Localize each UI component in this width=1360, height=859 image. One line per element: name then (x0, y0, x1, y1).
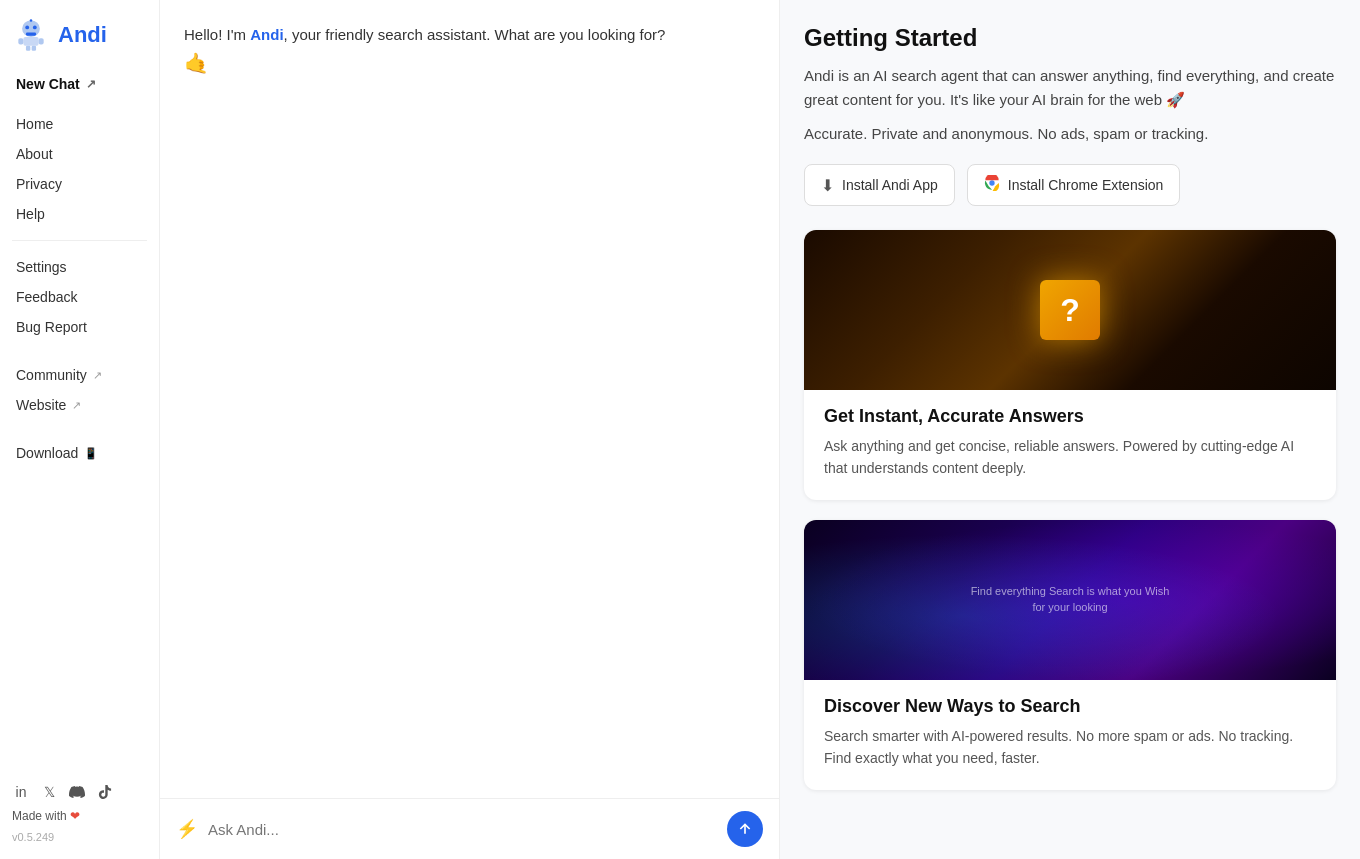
social-links: in 𝕏 (12, 783, 147, 801)
greeting-suffix: , your friendly search assistant. What a… (284, 26, 666, 43)
greeting-emoji: 🤙 (184, 51, 665, 75)
send-button[interactable] (727, 811, 763, 847)
sidebar-footer: in 𝕏 Made with ❤ v0.5.249 (12, 783, 147, 843)
getting-started-desc2: Accurate. Private and anonymous. No ads,… (804, 122, 1336, 146)
nav-group-3: Community ↗ Website ↗ (12, 361, 147, 419)
chrome-svg (984, 175, 1000, 191)
nav-label-help: Help (16, 206, 45, 222)
card-image-1: ? (804, 230, 1336, 390)
question-box: ? (1040, 280, 1100, 340)
card-image-text-2: Find everything Search is what you Wish … (970, 584, 1170, 615)
greeting-prefix: Hello! I'm (184, 26, 250, 43)
svg-rect-3 (26, 32, 36, 35)
svg-rect-9 (26, 46, 30, 51)
nav-label-download: Download (16, 445, 78, 461)
card-title-2: Discover New Ways to Search (824, 696, 1316, 717)
robot-icon (12, 16, 50, 54)
greeting-content: Hello! I'm Andi, your friendly search as… (184, 24, 665, 75)
nav-label-bug-report: Bug Report (16, 319, 87, 335)
nav-label-settings: Settings (16, 259, 67, 275)
nav-label-home: Home (16, 116, 53, 132)
divider-1 (12, 240, 147, 241)
question-mark: ? (1060, 292, 1080, 329)
sidebar-item-bug-report[interactable]: Bug Report (12, 313, 147, 341)
sidebar-item-feedback[interactable]: Feedback (12, 283, 147, 311)
right-panel: Getting Started Andi is an AI search age… (780, 0, 1360, 859)
website-external-icon: ↗ (72, 399, 81, 412)
download-icon: ⬇ (821, 176, 834, 195)
svg-point-12 (989, 180, 994, 185)
chat-greeting: Hello! I'm Andi, your friendly search as… (184, 24, 755, 75)
card-desc-2: Search smarter with AI-powered results. … (824, 725, 1316, 770)
sidebar-item-help[interactable]: Help (12, 200, 147, 228)
nav-label-about: About (16, 146, 53, 162)
svg-rect-7 (18, 38, 23, 44)
getting-started-title: Getting Started (804, 24, 1336, 52)
chat-input[interactable] (208, 821, 717, 838)
sidebar: Andi New Chat ↗ Home About Privacy Help … (0, 0, 160, 859)
card-body-2: Discover New Ways to Search Search smart… (804, 680, 1336, 790)
gap-2 (12, 423, 147, 435)
input-area: ⚡ (160, 798, 779, 859)
sidebar-item-about[interactable]: About (12, 140, 147, 168)
sidebar-item-download[interactable]: Download 📱 (12, 439, 147, 467)
cta-buttons: ⬇ Install Andi App Install Chrome Extens… (804, 164, 1336, 206)
nav-label-feedback: Feedback (16, 289, 77, 305)
version-label: v0.5.249 (12, 831, 147, 843)
sidebar-item-website[interactable]: Website ↗ (12, 391, 147, 419)
feature-card-2: Find everything Search is what you Wish … (804, 520, 1336, 790)
send-icon (737, 821, 753, 837)
install-app-label: Install Andi App (842, 177, 938, 193)
card-desc-1: Ask anything and get concise, reliable a… (824, 435, 1316, 480)
sidebar-item-privacy[interactable]: Privacy (12, 170, 147, 198)
twitter-x-icon[interactable]: 𝕏 (40, 783, 58, 801)
gap-1 (12, 345, 147, 357)
sidebar-item-community[interactable]: Community ↗ (12, 361, 147, 389)
main-chat: Hello! I'm Andi, your friendly search as… (160, 0, 780, 859)
greeting-brand: Andi (250, 26, 283, 43)
feature-card-1: ? Get Instant, Accurate Answers Ask anyt… (804, 230, 1336, 500)
download-icon: 📱 (84, 447, 98, 460)
card-body-1: Get Instant, Accurate Answers Ask anythi… (804, 390, 1336, 500)
logo: Andi (12, 16, 147, 54)
nav-label-community: Community (16, 367, 87, 383)
discord-icon[interactable] (68, 783, 86, 801)
nav-group-2: Settings Feedback Bug Report (12, 253, 147, 341)
svg-rect-6 (23, 37, 38, 46)
community-external-icon: ↗ (93, 369, 102, 382)
nav-label-privacy: Privacy (16, 176, 62, 192)
tiktok-icon[interactable] (96, 783, 114, 801)
install-extension-button[interactable]: Install Chrome Extension (967, 164, 1181, 206)
svg-rect-10 (32, 46, 36, 51)
logo-text: Andi (58, 22, 107, 48)
svg-point-5 (30, 19, 33, 22)
chat-area: Hello! I'm Andi, your friendly search as… (160, 0, 779, 798)
new-chat-button[interactable]: New Chat ↗ (12, 70, 147, 98)
bolt-icon: ⚡ (176, 818, 198, 840)
svg-point-1 (25, 26, 29, 30)
made-with-label: Made with (12, 809, 67, 823)
greeting-text: Hello! I'm Andi, your friendly search as… (184, 24, 665, 47)
card-title-1: Get Instant, Accurate Answers (824, 406, 1316, 427)
sidebar-item-settings[interactable]: Settings (12, 253, 147, 281)
svg-point-2 (33, 26, 37, 30)
made-with-text: Made with ❤ (12, 809, 147, 823)
sidebar-item-home[interactable]: Home (12, 110, 147, 138)
heart-icon: ❤ (70, 809, 80, 823)
new-chat-label: New Chat (16, 76, 80, 92)
install-app-button[interactable]: ⬇ Install Andi App (804, 164, 955, 206)
getting-started-desc1: Andi is an AI search agent that can answ… (804, 64, 1336, 112)
install-extension-label: Install Chrome Extension (1008, 177, 1164, 193)
card-image-2: Find everything Search is what you Wish … (804, 520, 1336, 680)
chrome-icon (984, 175, 1000, 195)
nav-label-website: Website (16, 397, 66, 413)
svg-rect-8 (39, 38, 44, 44)
external-link-icon: ↗ (86, 77, 96, 91)
nav-group-1: Home About Privacy Help (12, 110, 147, 228)
linkedin-icon[interactable]: in (12, 783, 30, 801)
